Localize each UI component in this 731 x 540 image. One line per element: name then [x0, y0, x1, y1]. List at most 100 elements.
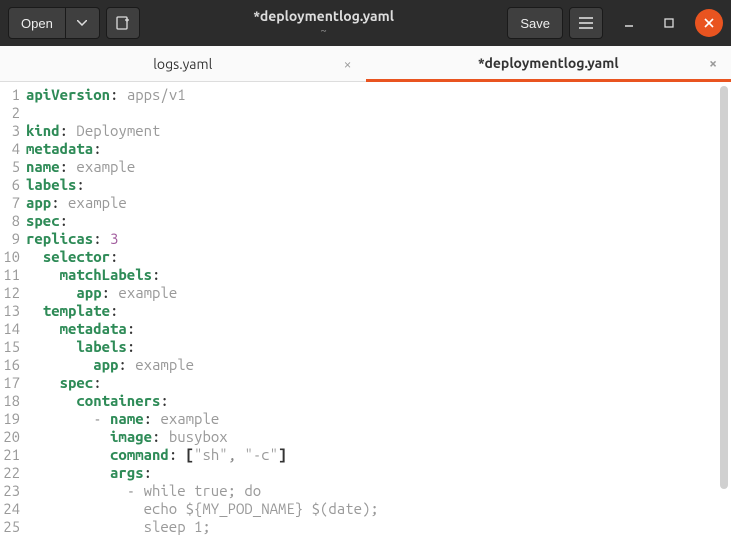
- line-number: 9: [0, 230, 26, 248]
- line-number: 24: [0, 500, 26, 518]
- code-line: 22 args:: [0, 464, 731, 482]
- line-content[interactable]: matchLabels:: [26, 266, 731, 284]
- line-number: 14: [0, 320, 26, 338]
- line-content[interactable]: replicas: 3: [26, 230, 731, 248]
- line-number: 4: [0, 140, 26, 158]
- line-number: 18: [0, 392, 26, 410]
- line-content[interactable]: echo ${MY_POD_NAME} $(date);: [26, 500, 731, 518]
- close-icon: [704, 18, 714, 28]
- line-number: 10: [0, 248, 26, 266]
- line-number: 5: [0, 158, 26, 176]
- line-content[interactable]: spec:: [26, 212, 731, 230]
- line-content[interactable]: app: example: [26, 356, 731, 374]
- line-number: 2: [0, 104, 26, 122]
- new-tab-button[interactable]: [106, 7, 140, 39]
- code-line: 2: [0, 104, 731, 122]
- code-line: 1apiVersion: apps/v1: [0, 86, 731, 104]
- titlebar: Open *deploymentlog.yaml ~ Save: [0, 0, 731, 46]
- code-line: 16 app: example: [0, 356, 731, 374]
- text-editor[interactable]: 1apiVersion: apps/v123kind: Deployment4m…: [0, 82, 731, 540]
- tab-file[interactable]: logs.yaml×: [0, 46, 366, 81]
- line-content[interactable]: app: example: [26, 194, 731, 212]
- code-line: 6labels:: [0, 176, 731, 194]
- tab-label: *deploymentlog.yaml: [478, 55, 619, 71]
- tab-close-icon[interactable]: ×: [709, 55, 717, 71]
- line-content[interactable]: metadata:: [26, 140, 731, 158]
- open-dropdown-button[interactable]: [66, 7, 100, 39]
- line-number: 8: [0, 212, 26, 230]
- line-number: 6: [0, 176, 26, 194]
- line-content[interactable]: sleep 1;: [26, 518, 731, 536]
- code-line: 25 sleep 1;: [0, 518, 731, 536]
- code-line: 23 - while true; do: [0, 482, 731, 500]
- line-number: 23: [0, 482, 26, 500]
- line-content[interactable]: spec:: [26, 374, 731, 392]
- line-number: 25: [0, 518, 26, 536]
- line-number: 20: [0, 428, 26, 446]
- line-number: 19: [0, 410, 26, 428]
- window-maximize-button[interactable]: [655, 9, 683, 37]
- code-line: 11 matchLabels:: [0, 266, 731, 284]
- open-label: Open: [21, 16, 53, 31]
- line-content[interactable]: [26, 104, 731, 122]
- line-content[interactable]: labels:: [26, 338, 731, 356]
- code-line: 8spec:: [0, 212, 731, 230]
- line-number: 7: [0, 194, 26, 212]
- open-button[interactable]: Open: [8, 7, 66, 39]
- tab-file[interactable]: *deploymentlog.yaml ×: [366, 46, 731, 82]
- save-label: Save: [520, 16, 550, 31]
- window-minimize-button[interactable]: [615, 9, 643, 37]
- code-line: 9replicas: 3: [0, 230, 731, 248]
- chevron-down-icon: [77, 20, 87, 26]
- code-line: 7app: example: [0, 194, 731, 212]
- line-content[interactable]: kind: Deployment: [26, 122, 731, 140]
- maximize-icon: [664, 18, 674, 28]
- line-content[interactable]: apiVersion: apps/v1: [26, 86, 731, 104]
- minimize-icon: [624, 18, 634, 28]
- hamburger-menu-button[interactable]: [569, 7, 603, 39]
- new-tab-icon: [116, 16, 130, 30]
- line-number: 21: [0, 446, 26, 464]
- window-close-button[interactable]: [695, 9, 723, 37]
- tab-close-icon[interactable]: ×: [344, 56, 352, 72]
- code-line: 15 labels:: [0, 338, 731, 356]
- line-number: 15: [0, 338, 26, 356]
- code-line: 10 selector:: [0, 248, 731, 266]
- code-line: 12 app: example: [0, 284, 731, 302]
- code-line: 5name: example: [0, 158, 731, 176]
- line-content[interactable]: command: ["sh", "-c"]: [26, 446, 731, 464]
- line-content[interactable]: args:: [26, 464, 731, 482]
- line-content[interactable]: containers:: [26, 392, 731, 410]
- code-line: 18 containers:: [0, 392, 731, 410]
- line-number: 1: [0, 86, 26, 104]
- line-number: 3: [0, 122, 26, 140]
- window-title: *deploymentlog.yaml: [146, 9, 502, 24]
- line-content[interactable]: metadata:: [26, 320, 731, 338]
- vertical-scrollbar[interactable]: [720, 86, 728, 489]
- line-content[interactable]: selector:: [26, 248, 731, 266]
- save-button[interactable]: Save: [507, 7, 563, 39]
- code-line: 21 command: ["sh", "-c"]: [0, 446, 731, 464]
- line-number: 22: [0, 464, 26, 482]
- code-line: 14 metadata:: [0, 320, 731, 338]
- line-number: 13: [0, 302, 26, 320]
- code-line: 3kind: Deployment: [0, 122, 731, 140]
- code-line: 20 image: busybox: [0, 428, 731, 446]
- open-group: Open: [8, 7, 100, 39]
- window-subtitle: ~: [146, 25, 502, 37]
- line-content[interactable]: - name: example: [26, 410, 731, 428]
- code-line: 4metadata:: [0, 140, 731, 158]
- window-title-area: *deploymentlog.yaml ~: [146, 9, 502, 36]
- line-content[interactable]: labels:: [26, 176, 731, 194]
- line-number: 12: [0, 284, 26, 302]
- line-content[interactable]: - while true; do: [26, 482, 731, 500]
- code-line: 13 template:: [0, 302, 731, 320]
- line-content[interactable]: app: example: [26, 284, 731, 302]
- line-number: 17: [0, 374, 26, 392]
- code-line: 17 spec:: [0, 374, 731, 392]
- line-content[interactable]: name: example: [26, 158, 731, 176]
- line-number: 11: [0, 266, 26, 284]
- line-content[interactable]: template:: [26, 302, 731, 320]
- line-content[interactable]: image: busybox: [26, 428, 731, 446]
- tabbar: logs.yaml× *deploymentlog.yaml ×: [0, 46, 731, 82]
